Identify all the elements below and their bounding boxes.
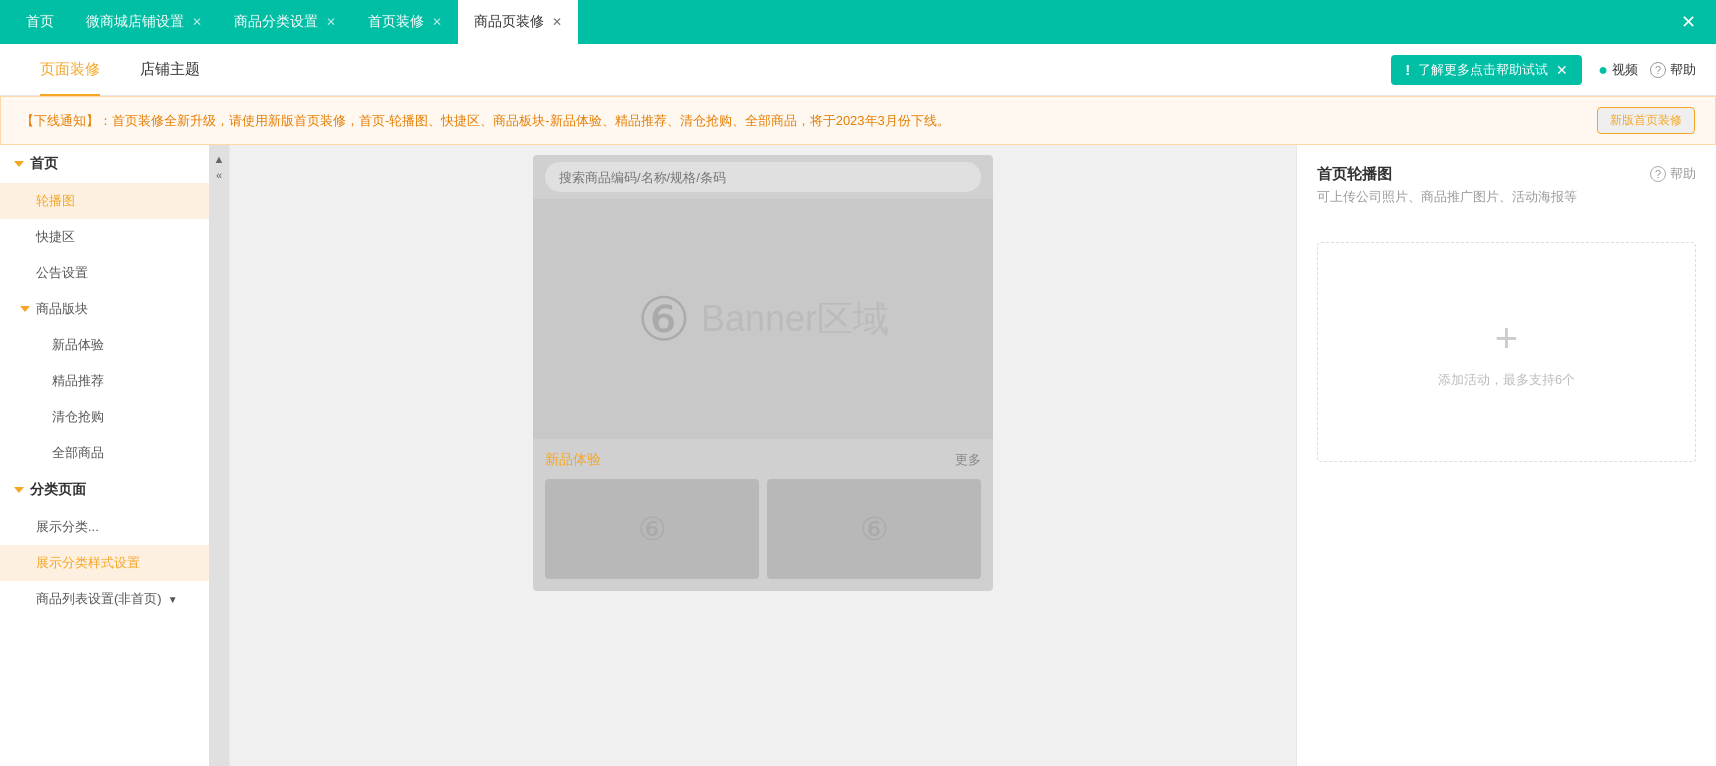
tab-home-decoration-label: 首页装修 (368, 13, 424, 31)
sidebar-item-all-products[interactable]: 全部商品 (0, 435, 209, 471)
right-panel-help-label: 帮助 (1670, 165, 1696, 183)
featured-label: 精品推荐 (52, 373, 104, 388)
video-button[interactable]: ● 视频 (1598, 61, 1638, 79)
right-panel-help-icon: ? (1650, 166, 1666, 182)
help-banner-close[interactable]: ✕ (1556, 62, 1568, 78)
add-label: 添加活动，最多支持6个 (1438, 371, 1575, 389)
sidebar-item-notice[interactable]: 公告设置 (0, 255, 209, 291)
clearance-label: 清仓抢购 (52, 409, 104, 424)
sub-tab-page-decoration-label: 页面装修 (40, 60, 100, 79)
phone-search-bar (533, 155, 993, 199)
center-preview: ⑥ Banner区域 新品体验 更多 ⑥ ⑥ (230, 145, 1296, 766)
right-panel: 首页轮播图 可上传公司照片、商品推广图片、活动海报等 ? 帮助 + 添加活动，最… (1296, 145, 1716, 766)
product-list-label: 商品列表设置(非首页) (36, 590, 162, 608)
sidebar-item-show-category[interactable]: 展示分类... (0, 509, 209, 545)
notice-label: 公告设置 (36, 265, 88, 280)
banner-text: Banner区域 (701, 295, 889, 344)
tab-home[interactable]: 首页 (10, 0, 70, 44)
help-banner-text: 了解更多点击帮助试试 (1418, 61, 1548, 79)
help-label: 帮助 (1670, 61, 1696, 79)
sidebar-item-clearance[interactable]: 清仓抢购 (0, 399, 209, 435)
tab-product-decoration-close[interactable]: ✕ (552, 15, 562, 29)
tab-product-decoration[interactable]: 商品页装修 ✕ (458, 0, 578, 44)
sidebar-collapse-button[interactable]: ▲ « (209, 145, 229, 766)
tab-home-decoration[interactable]: 首页装修 ✕ (352, 0, 458, 44)
new-products-section: 新品体验 更多 ⑥ ⑥ (533, 439, 993, 591)
help-button[interactable]: ? 帮助 (1650, 61, 1696, 79)
tab-category-settings[interactable]: 商品分类设置 ✕ (218, 0, 352, 44)
home-section-arrow (14, 161, 24, 167)
add-plus-icon: + (1495, 316, 1518, 361)
tab-home-decoration-close[interactable]: ✕ (432, 15, 442, 29)
product-list-arrow: ▼ (168, 594, 178, 605)
tab-store-settings-close[interactable]: ✕ (192, 15, 202, 29)
sub-tab-store-theme[interactable]: 店铺主题 (120, 44, 220, 96)
tab-category-settings-label: 商品分类设置 (234, 13, 318, 31)
collapse-arrow-up: ▲ (214, 153, 225, 165)
video-icon: ● (1598, 61, 1608, 79)
home-section-label: 首页 (30, 155, 58, 173)
search-input[interactable] (545, 162, 981, 192)
right-panel-title: 首页轮播图 (1317, 165, 1577, 184)
product-block-label: 商品版块 (36, 300, 88, 318)
video-label: 视频 (1612, 61, 1638, 79)
phone-frame: ⑥ Banner区域 新品体验 更多 ⑥ ⑥ (533, 155, 993, 591)
banner-logo-icon: ⑥ (637, 284, 691, 354)
help-circle-icon: ? (1650, 62, 1666, 78)
right-panel-help-button[interactable]: ? 帮助 (1650, 165, 1696, 183)
tab-bar-close-all[interactable]: ✕ (1671, 11, 1706, 33)
sub-tab-page-decoration[interactable]: 页面装修 (20, 44, 120, 96)
tab-product-decoration-label: 商品页装修 (474, 13, 544, 31)
product-card-2[interactable]: ⑥ (767, 479, 981, 579)
tab-store-settings-label: 微商城店铺设置 (86, 13, 184, 31)
products-grid: ⑥ ⑥ (545, 479, 981, 579)
all-products-label: 全部商品 (52, 445, 104, 460)
sidebar-item-shortcut[interactable]: 快捷区 (0, 219, 209, 255)
main-layout: ▲ « 首页 轮播图 快捷区 公告设置 商品版块 新 (0, 145, 1716, 766)
banner-label: 轮播图 (36, 193, 75, 208)
category-style-label: 展示分类样式设置 (36, 555, 140, 570)
tab-bar: 首页 微商城店铺设置 ✕ 商品分类设置 ✕ 首页装修 ✕ 商品页装修 ✕ ✕ (0, 0, 1716, 44)
banner-area: ⑥ Banner区域 (533, 199, 993, 439)
sidebar-subsection-product-block[interactable]: 商品版块 (0, 291, 209, 327)
tab-store-settings[interactable]: 微商城店铺设置 ✕ (70, 0, 218, 44)
product-logo-1: ⑥ (638, 510, 667, 548)
new-version-button[interactable]: 新版首页装修 (1597, 107, 1695, 134)
sub-header: 页面装修 店铺主题 ! 了解更多点击帮助试试 ✕ ● 视频 ? 帮助 (0, 44, 1716, 96)
sidebar-item-featured[interactable]: 精品推荐 (0, 363, 209, 399)
sidebar-section-home[interactable]: 首页 (0, 145, 209, 183)
exclamation-icon: ! (1405, 61, 1410, 78)
new-products-title: 新品体验 (545, 451, 601, 469)
sidebar: ▲ « 首页 轮播图 快捷区 公告设置 商品版块 新 (0, 145, 230, 766)
notice-text: 【下线通知】：首页装修全新升级，请使用新版首页装修，首页-轮播图、快捷区、商品板… (21, 112, 950, 130)
shortcut-label: 快捷区 (36, 229, 75, 244)
tab-category-settings-close[interactable]: ✕ (326, 15, 336, 29)
sidebar-section-category[interactable]: 分类页面 (0, 471, 209, 509)
new-experience-label: 新品体验 (52, 337, 104, 352)
add-activity-area[interactable]: + 添加活动，最多支持6个 (1317, 242, 1696, 462)
more-link[interactable]: 更多 (955, 451, 981, 469)
collapse-arrow-left: « (216, 169, 222, 181)
sidebar-item-banner[interactable]: 轮播图 (0, 183, 209, 219)
notice-bar: 【下线通知】：首页装修全新升级，请使用新版首页装修，首页-轮播图、快捷区、商品板… (0, 96, 1716, 145)
show-category-label: 展示分类... (36, 519, 99, 534)
product-block-arrow (20, 306, 30, 312)
product-logo-2: ⑥ (860, 510, 889, 548)
category-section-label: 分类页面 (30, 481, 86, 499)
new-products-header: 新品体验 更多 (545, 451, 981, 469)
tab-home-label: 首页 (26, 13, 54, 31)
product-card-1[interactable]: ⑥ (545, 479, 759, 579)
sidebar-item-product-list[interactable]: 商品列表设置(非首页) ▼ (0, 581, 209, 617)
help-banner: ! 了解更多点击帮助试试 ✕ (1391, 55, 1582, 85)
right-panel-subtitle: 可上传公司照片、商品推广图片、活动海报等 (1317, 188, 1577, 206)
sidebar-item-new-experience[interactable]: 新品体验 (0, 327, 209, 363)
sidebar-item-category-style[interactable]: 展示分类样式设置 (0, 545, 209, 581)
category-section-arrow (14, 487, 24, 493)
sub-tab-store-theme-label: 店铺主题 (140, 60, 200, 79)
